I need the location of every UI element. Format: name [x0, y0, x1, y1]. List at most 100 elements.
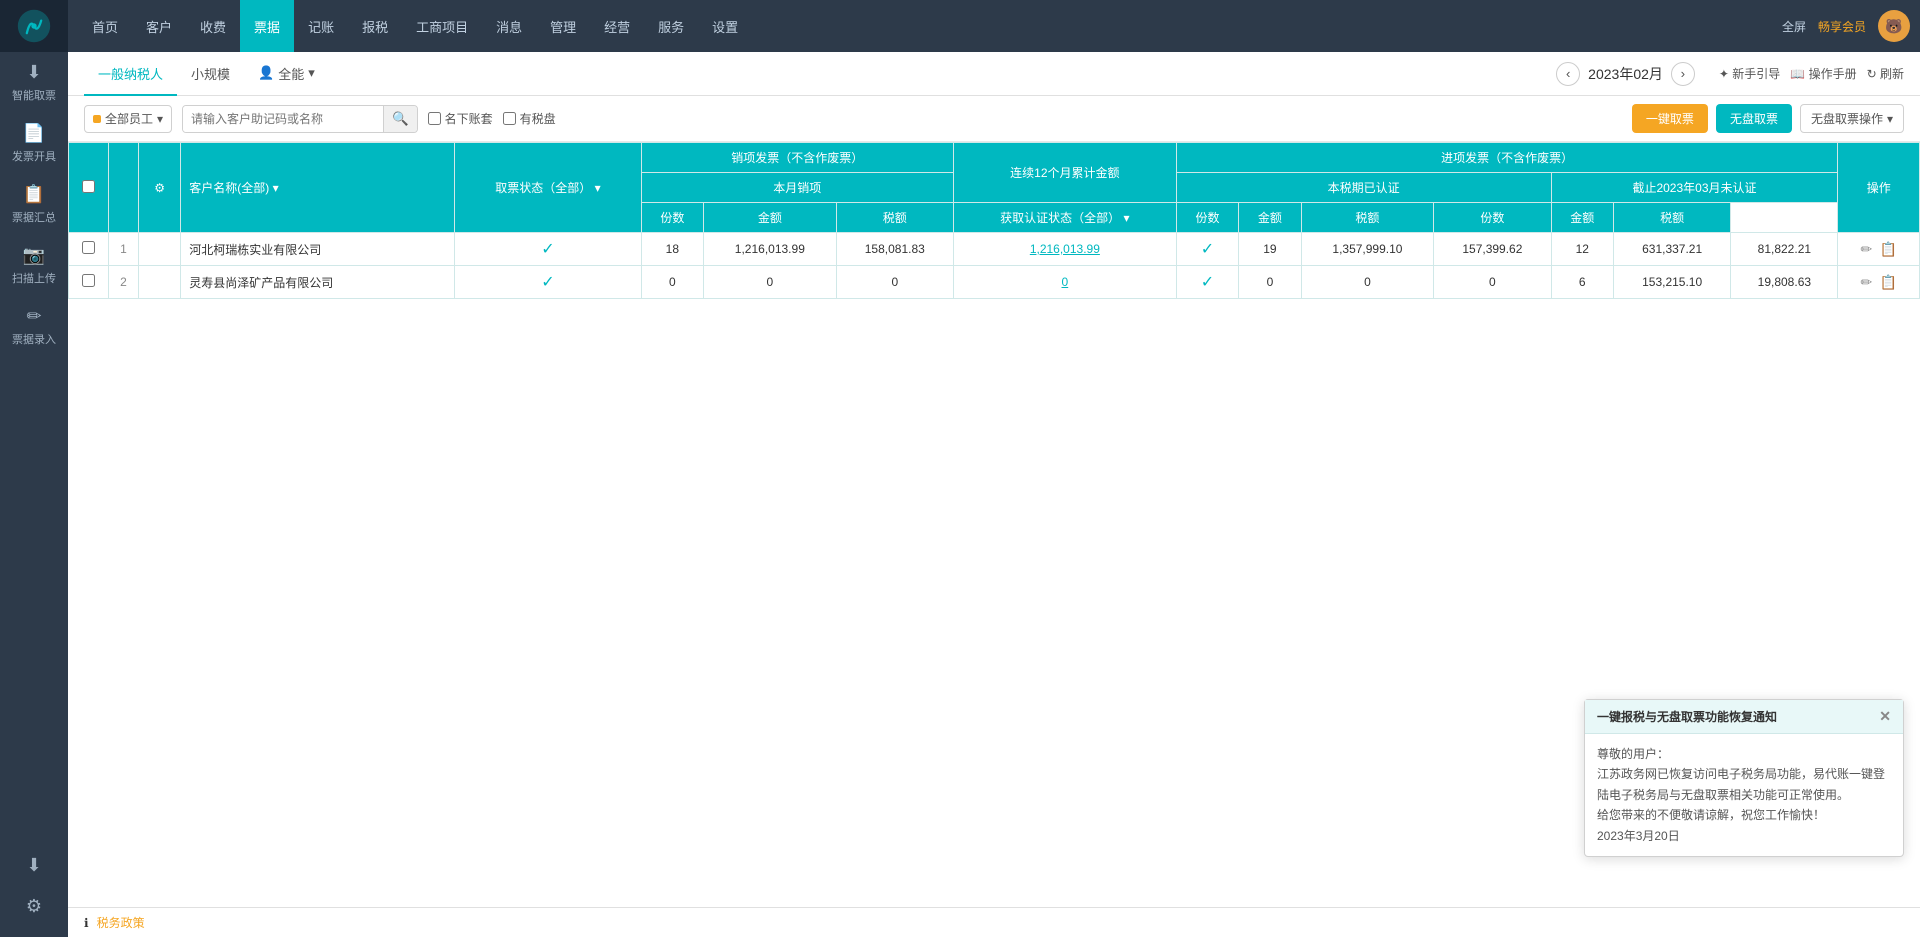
th-this-period: 本税期已认证 — [1176, 173, 1551, 203]
cumulative-link[interactable]: 1,216,013.99 — [1030, 242, 1100, 256]
nav-message[interactable]: 消息 — [482, 0, 536, 52]
fullscreen-btn[interactable]: 全屏 — [1782, 18, 1806, 35]
cumulative-link[interactable]: 0 — [1062, 275, 1069, 289]
th-sales-count: 份数 — [641, 203, 703, 233]
notif-title: 一键报税与无盘取票功能恢复通知 — [1597, 708, 1777, 725]
row-sales-amount: 0 — [704, 266, 837, 299]
person-icon: 👤 — [258, 65, 274, 81]
dropdown-chevron-icon: ▾ — [1887, 112, 1893, 126]
edit-btn[interactable]: ✏ — [1860, 241, 1872, 257]
row-select-checkbox[interactable] — [82, 241, 95, 254]
tab-general[interactable]: 一般纳税人 — [84, 52, 177, 96]
sidebar-item-invoice-summary[interactable]: 📋 票据汇总 — [0, 174, 68, 235]
nav-business[interactable]: 工商项目 — [402, 0, 482, 52]
tax-policy-link[interactable]: 税务政策 — [97, 914, 145, 931]
row-settings — [139, 266, 181, 299]
nav-tax[interactable]: 报税 — [348, 0, 402, 52]
select-all-checkbox[interactable] — [82, 180, 95, 193]
tax-disk-checkbox[interactable] — [503, 112, 516, 125]
sidebar-item-data-entry[interactable]: ✏ 票据录入 — [0, 296, 68, 357]
filter-right: 一键取票 无盘取票 无盘取票操作 ▾ — [1632, 104, 1904, 133]
row-sales-count: 0 — [641, 266, 703, 299]
no-disk-btn[interactable]: 无盘取票 — [1716, 104, 1792, 133]
checkbox-tax-disk[interactable]: 有税盘 — [503, 110, 556, 127]
row-cert-tax: 0 — [1434, 266, 1551, 299]
sidebar-item-issue-invoice[interactable]: 📄 发票开具 — [0, 113, 68, 174]
row-cumulative: 1,216,013.99 — [953, 233, 1176, 266]
month-label: 2023年02月 — [1588, 64, 1663, 84]
employee-chevron-icon: ▾ — [157, 112, 163, 126]
th-cumulative-label: 连续12个月累计金额 — [1010, 166, 1119, 180]
row-sales-count: 18 — [641, 233, 703, 266]
row-sales-amount: 1,216,013.99 — [704, 233, 837, 266]
sidebar-item-download[interactable]: ⬇ — [0, 845, 68, 886]
th-cert-status: 获取认证状态（全部） ▾ — [953, 203, 1176, 233]
sidebar-item-scan-upload-label: 扫描上传 — [12, 270, 56, 286]
th-fetch-filter-icon[interactable]: ▾ — [595, 181, 601, 195]
tab-small[interactable]: 小规模 — [177, 52, 244, 96]
row-sales-tax: 0 — [836, 266, 953, 299]
th-this-month: 本月销项 — [641, 173, 953, 203]
avatar[interactable]: 🐻 — [1878, 10, 1910, 42]
th-index — [109, 143, 139, 233]
sidebar-item-data-entry-label: 票据录入 — [12, 331, 56, 347]
view-btn[interactable]: 📋 — [1880, 241, 1897, 257]
row-customer: 灵寿县尚泽矿产品有限公司 — [181, 266, 455, 299]
cert-status-icon: ✓ — [1201, 274, 1214, 291]
issue-invoice-icon: 📄 — [23, 123, 45, 144]
no-disk-ops-btn[interactable]: 无盘取票操作 ▾ — [1800, 104, 1904, 133]
row-uncert-count: 6 — [1551, 266, 1613, 299]
sidebar-item-settings[interactable]: ⚙ — [0, 886, 68, 927]
edit-btn[interactable]: ✏ — [1860, 274, 1872, 290]
sidebar-item-scan-upload[interactable]: 📷 扫描上传 — [0, 235, 68, 296]
fetch-btn[interactable]: 一键取票 — [1632, 104, 1708, 133]
next-month-btn[interactable]: › — [1671, 62, 1695, 86]
th-until: 截止2023年03月未认证 — [1551, 173, 1838, 203]
gear-icon[interactable]: ⚙ — [154, 181, 165, 195]
employee-select[interactable]: 全部员工 ▾ — [84, 105, 172, 133]
own-accounts-checkbox[interactable] — [428, 112, 441, 125]
th-customer: 客户名称(全部) ▾ — [181, 143, 455, 233]
no-disk-ops-label: 无盘取票操作 — [1811, 110, 1883, 127]
view-btn[interactable]: 📋 — [1880, 274, 1897, 290]
sidebar-item-issue-invoice-label: 发票开具 — [12, 148, 56, 164]
th-customer-filter-icon[interactable]: ▾ — [273, 181, 279, 195]
nav-bookkeeping[interactable]: 记账 — [294, 0, 348, 52]
th-uncert-amount: 金额 — [1551, 203, 1613, 233]
row-checkbox — [69, 266, 109, 299]
nav-home[interactable]: 首页 — [78, 0, 132, 52]
th-cert-filter-icon[interactable]: ▾ — [1124, 211, 1130, 225]
nav-service[interactable]: 服务 — [644, 0, 698, 52]
notif-close-btn[interactable]: ✕ — [1879, 708, 1891, 725]
nav-economy[interactable]: 经营 — [590, 0, 644, 52]
nav-billing[interactable]: 收费 — [186, 0, 240, 52]
refresh-btn[interactable]: ↻ 刷新 — [1867, 65, 1904, 82]
tax-disk-label: 有税盘 — [520, 110, 556, 127]
checkbox-own-accounts[interactable]: 名下账套 — [428, 110, 493, 127]
row-select-checkbox[interactable] — [82, 274, 95, 287]
tab-all[interactable]: 👤 全能 ▾ — [244, 52, 329, 96]
th-cert-count: 份数 — [1176, 203, 1238, 233]
sidebar-bottom: ⬇ ⚙ — [0, 845, 68, 937]
tab-right-actions: ✦ 新手引导 📖 操作手册 ↻ 刷新 — [1719, 65, 1904, 82]
nav-settings[interactable]: 设置 — [698, 0, 752, 52]
row-fetch-status: ✓ — [455, 266, 641, 299]
row-cert-tax: 157,399.62 — [1434, 233, 1551, 266]
data-entry-icon: ✏ — [26, 306, 41, 327]
new-guide-btn[interactable]: ✦ 新手引导 — [1719, 65, 1780, 82]
cert-status-icon: ✓ — [1201, 241, 1214, 258]
notif-body: 尊敬的用户：江苏政务网已恢复访问电子税务局功能，易代账一键登陆电子税务局与无盘取… — [1585, 734, 1903, 856]
employee-dot — [93, 115, 101, 123]
member-btn[interactable]: 畅享会员 — [1818, 18, 1866, 35]
prev-month-btn[interactable]: ‹ — [1556, 62, 1580, 86]
manual-btn[interactable]: 📖 操作手册 — [1790, 65, 1856, 82]
row-index: 2 — [109, 266, 139, 299]
sidebar-item-smart-fetch[interactable]: ⬇ 智能取票 — [0, 52, 68, 113]
search-input[interactable] — [183, 106, 383, 132]
search-button[interactable]: 🔍 — [383, 106, 417, 132]
nav-client[interactable]: 客户 — [132, 0, 186, 52]
smart-fetch-icon: ⬇ — [26, 62, 41, 83]
nav-manage[interactable]: 管理 — [536, 0, 590, 52]
nav-invoice[interactable]: 票据 — [240, 0, 294, 52]
row-uncert-amount: 631,337.21 — [1613, 233, 1730, 266]
